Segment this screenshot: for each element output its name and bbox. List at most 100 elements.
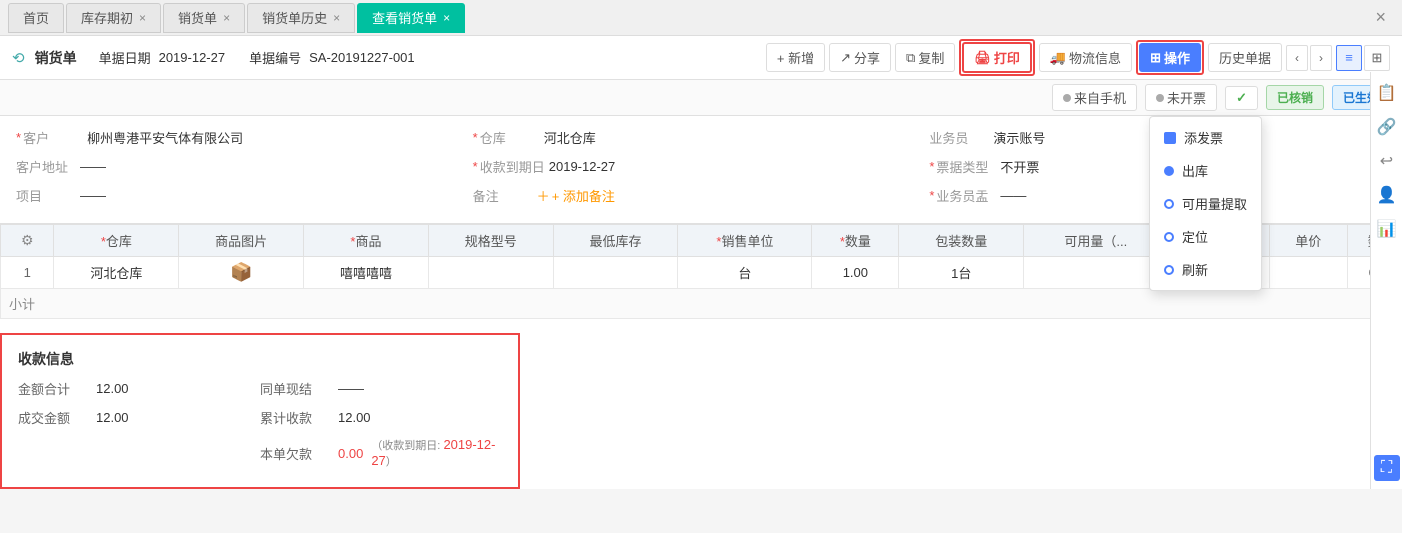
dropdown-item-add-invoice[interactable]: 添发票 bbox=[1150, 121, 1261, 154]
col-product: *商品 bbox=[304, 225, 429, 257]
trade-value: 12.00 bbox=[96, 410, 129, 425]
grid-view-button[interactable]: ⊞ bbox=[1364, 45, 1390, 71]
tab-sales-history[interactable]: 销货单历史 × bbox=[247, 3, 355, 33]
copy-button[interactable]: ⧉ 复制 bbox=[895, 43, 955, 72]
open-dot bbox=[1156, 94, 1164, 102]
staff-label: 业务员 bbox=[929, 128, 989, 147]
cell-pack-qty: 1台 bbox=[899, 257, 1024, 289]
col-price: 单价 bbox=[1269, 225, 1347, 257]
doc-icon: ⟲ bbox=[12, 49, 25, 67]
share-icon: ↗ bbox=[840, 50, 851, 66]
sidebar-expand-icon[interactable]: ⛶ bbox=[1374, 455, 1400, 481]
mobile-dot bbox=[1063, 94, 1071, 102]
col-image: 商品图片 bbox=[179, 225, 304, 257]
project-value: —— bbox=[80, 188, 106, 203]
dropdown-item-outbound[interactable]: 出库 bbox=[1150, 154, 1261, 187]
cell-product: 嘻嘻嘻嘻 bbox=[304, 257, 429, 289]
gear-icon[interactable]: ⚙ bbox=[21, 232, 34, 248]
sold-badge[interactable]: 已核销 bbox=[1266, 85, 1324, 110]
customer-value: 柳州粤港平安气体有限公司 bbox=[87, 128, 243, 147]
date-label: 单据日期 bbox=[99, 48, 151, 67]
warehouse-label: 仓库 bbox=[480, 128, 540, 147]
cell-price bbox=[1269, 257, 1347, 289]
close-tab-sales-history[interactable]: × bbox=[333, 11, 340, 25]
tab-home[interactable]: 首页 bbox=[8, 3, 64, 33]
right-sidebar: 📋 🔗 ↩ 👤 📊 ⛶ bbox=[1370, 72, 1402, 489]
global-close-button[interactable]: × bbox=[1367, 7, 1394, 28]
col-warehouse: *仓库 bbox=[54, 225, 179, 257]
tab-bar: 首页 库存期初 × 销货单 × 销货单历史 × 查看销货单 × × bbox=[0, 0, 1402, 36]
cell-avail bbox=[1024, 257, 1168, 289]
prev-arrow[interactable]: ‹ bbox=[1286, 45, 1308, 71]
trade-label: 成交金额 bbox=[18, 408, 88, 427]
tab-inventory[interactable]: 库存期初 × bbox=[66, 3, 161, 33]
dropdown-item-avail-extract[interactable]: 可用量提取 bbox=[1150, 187, 1261, 220]
cumulative-label: 累计收款 bbox=[260, 408, 330, 427]
total-label: 金额合计 bbox=[18, 379, 88, 398]
no-value: SA-20191227-001 bbox=[309, 50, 415, 65]
no-label: 单据编号 bbox=[249, 48, 301, 67]
close-tab-view-sales[interactable]: × bbox=[443, 11, 450, 25]
project-label: 项目 bbox=[16, 186, 76, 205]
due-date-value: 2019-12-27 bbox=[549, 159, 616, 174]
sidebar-return-icon[interactable]: ↩ bbox=[1374, 148, 1400, 174]
col-gear[interactable]: ⚙ bbox=[1, 225, 54, 257]
tab-sales[interactable]: 销货单 × bbox=[163, 3, 245, 33]
from-mobile-button[interactable]: 来自手机 bbox=[1052, 84, 1137, 111]
subtotal-label: 小计 bbox=[1, 289, 1402, 319]
sidebar-clipboard-icon[interactable]: 📋 bbox=[1374, 80, 1400, 106]
dropdown-menu: 添发票 出库 可用量提取 定位 刷新 bbox=[1149, 116, 1262, 291]
cumulative-row: 累计收款 12.00 bbox=[260, 408, 502, 427]
address-label: 客户地址 bbox=[16, 157, 76, 176]
cumulative-value: 12.00 bbox=[338, 410, 371, 425]
next-arrow[interactable]: › bbox=[1310, 45, 1332, 71]
nav-arrows: ‹ › bbox=[1286, 45, 1332, 71]
sidebar-chart-icon[interactable]: 📊 bbox=[1374, 216, 1400, 242]
tab-view-sales[interactable]: 查看销货单 × bbox=[357, 3, 465, 33]
summary-title: 收款信息 bbox=[18, 349, 502, 369]
due-date-field: * 收款到期日 2019-12-27 bbox=[473, 157, 930, 176]
logistics-button[interactable]: 🚚 物流信息 bbox=[1039, 43, 1132, 72]
close-tab-sales[interactable]: × bbox=[223, 11, 230, 25]
trade-row: 成交金额 12.00 bbox=[18, 408, 260, 427]
ops-button[interactable]: ⊞ 操作 bbox=[1139, 43, 1201, 72]
cell-unit: 台 bbox=[678, 257, 812, 289]
ticket-label: 票据类型 bbox=[936, 157, 996, 176]
print-button[interactable]: 🖨 打印 bbox=[962, 42, 1032, 73]
customer-field: * 客户 柳州粤港平安气体有限公司 bbox=[16, 128, 473, 147]
cell-min-stock bbox=[553, 257, 678, 289]
same-order-row: 同单现结 —— bbox=[260, 379, 502, 398]
cell-image: 📦 bbox=[179, 257, 304, 289]
share-button[interactable]: ↗ 分享 bbox=[829, 43, 891, 72]
list-view-button[interactable]: ≡ bbox=[1336, 45, 1362, 71]
sidebar-link-icon[interactable]: 🔗 bbox=[1374, 114, 1400, 140]
sidebar-user-icon[interactable]: 👤 bbox=[1374, 182, 1400, 208]
confirm-button[interactable]: ✓ bbox=[1225, 86, 1258, 110]
toolbar: ⟲ 销货单 单据日期 2019-12-27 单据编号 SA-20191227-0… bbox=[0, 36, 1402, 80]
same-order-label: 同单现结 bbox=[260, 379, 330, 398]
col-spec: 规格型号 bbox=[428, 225, 553, 257]
dropdown-item-refresh[interactable]: 刷新 bbox=[1150, 253, 1261, 286]
col-unit: *销售单位 bbox=[678, 225, 812, 257]
address-value: —— bbox=[80, 159, 106, 174]
print-icon: 🖨 bbox=[974, 50, 991, 66]
dropdown-item-locate[interactable]: 定位 bbox=[1150, 220, 1261, 253]
history-button[interactable]: 历史单据 bbox=[1208, 43, 1282, 72]
add-button[interactable]: + 新增 bbox=[766, 43, 825, 72]
status-bar: 来自手机 未开票 ✓ 已核销 已生效 bbox=[0, 80, 1402, 116]
project-field: 项目 —— bbox=[16, 186, 473, 205]
sales-value: —— bbox=[1000, 188, 1026, 203]
main-content: ⟲ 销货单 单据日期 2019-12-27 单据编号 SA-20191227-0… bbox=[0, 36, 1402, 489]
close-tab-inventory[interactable]: × bbox=[139, 11, 146, 25]
not-open-button[interactable]: 未开票 bbox=[1145, 84, 1217, 111]
col-avail: 可用量（... bbox=[1024, 225, 1168, 257]
note-label: 备注 bbox=[473, 186, 533, 205]
add-note-button[interactable]: ＋ + 添加备注 bbox=[537, 186, 615, 205]
col-min-stock: 最低库存 bbox=[553, 225, 678, 257]
view-toggle: ≡ ⊞ bbox=[1336, 45, 1390, 71]
same-order-value: —— bbox=[338, 381, 364, 396]
total-row: 金额合计 12.00 bbox=[18, 379, 260, 398]
total-value: 12.00 bbox=[96, 381, 129, 396]
ticket-value: 不开票 bbox=[1000, 157, 1039, 176]
note-field: 备注 ＋ + 添加备注 bbox=[473, 186, 930, 205]
